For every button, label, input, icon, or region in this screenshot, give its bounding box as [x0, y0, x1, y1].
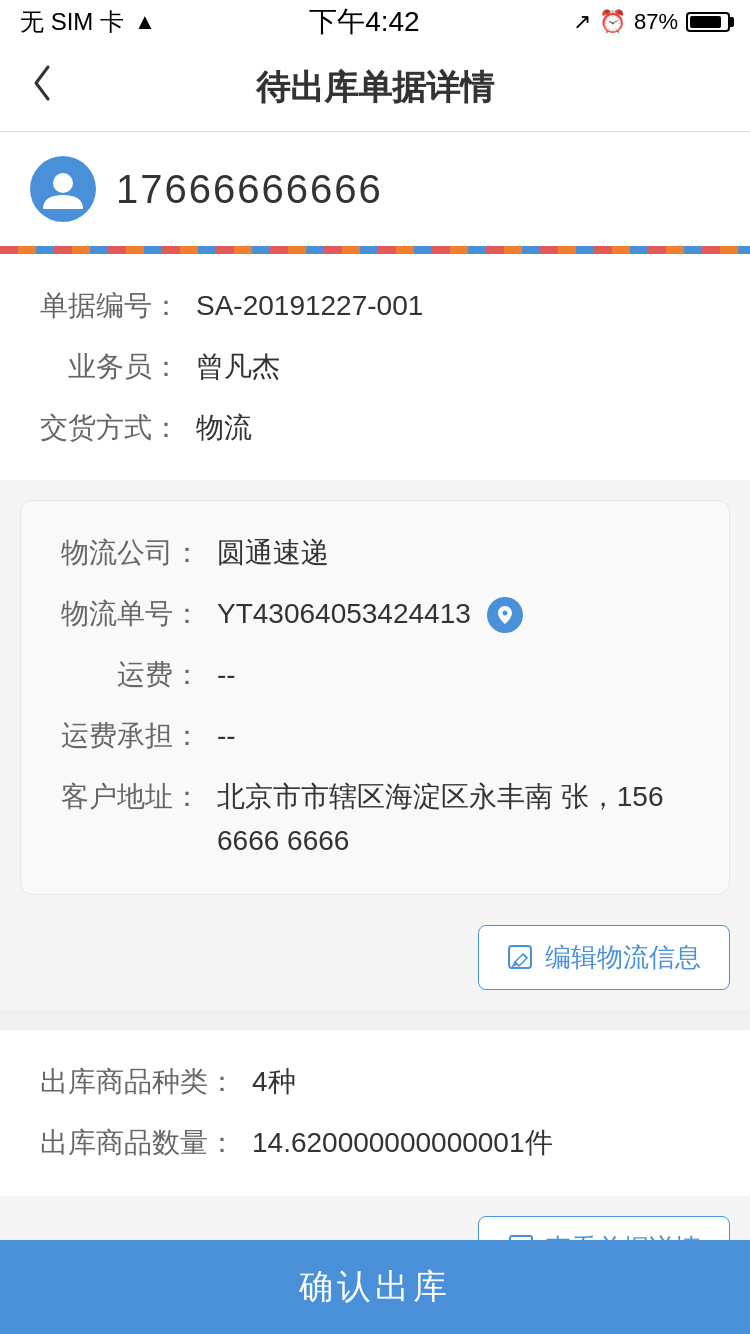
- edit-btn-wrapper: 编辑物流信息: [0, 915, 750, 1010]
- tracking-label: 物流单号：: [61, 592, 201, 637]
- confirm-button[interactable]: 确认出库: [299, 1264, 451, 1310]
- page-title: 待出库单据详情: [256, 65, 494, 111]
- freight-value: --: [217, 653, 689, 698]
- agent-label: 业务员：: [40, 345, 180, 390]
- address-label: 客户地址：: [61, 775, 201, 820]
- edit-logistics-button[interactable]: 编辑物流信息: [478, 925, 730, 990]
- svg-point-0: [53, 173, 73, 193]
- status-bar: 无 SIM 卡 ▲ 下午4:42 ↗ ⏰ 87%: [0, 0, 750, 44]
- tracking-row: 物流单号： YT43064053424413: [61, 592, 689, 637]
- logistics-company-label: 物流公司：: [61, 531, 201, 576]
- delivery-row: 交货方式： 物流: [40, 406, 710, 451]
- product-quantity-value: 14.620000000000001件: [252, 1121, 710, 1166]
- address-value: 北京市市辖区海淀区永丰南 张，156 6666 6666: [217, 775, 689, 865]
- edit-logistics-label: 编辑物流信息: [545, 940, 701, 975]
- logistics-card: 物流公司： 圆通速递 物流单号： YT43064053424413 运费： --…: [20, 500, 730, 895]
- freight-row: 运费： --: [61, 653, 689, 698]
- carrier-label: 无 SIM 卡: [20, 6, 124, 38]
- logistics-company-value: 圆通速递: [217, 531, 689, 576]
- logistics-company-row: 物流公司： 圆通速递: [61, 531, 689, 576]
- page-content: 17666666666 单据编号： SA-20191227-001 业务员： 曾…: [0, 132, 750, 1334]
- product-quantity-label: 出库商品数量：: [40, 1121, 236, 1166]
- order-no-value: SA-20191227-001: [196, 284, 710, 329]
- product-type-value: 4种: [252, 1060, 710, 1105]
- order-no-label: 单据编号：: [40, 284, 180, 329]
- tracking-value-row: YT43064053424413: [217, 592, 689, 637]
- order-info-section: 单据编号： SA-20191227-001 业务员： 曾凡杰 交货方式： 物流: [0, 254, 750, 480]
- section-divider: [0, 1010, 750, 1030]
- nav-bar: 待出库单据详情: [0, 44, 750, 132]
- battery-label: 87%: [634, 9, 678, 35]
- product-quantity-row: 出库商品数量： 14.620000000000001件: [40, 1121, 710, 1166]
- freight-bearer-value: --: [217, 714, 689, 759]
- agent-value: 曾凡杰: [196, 345, 710, 390]
- tracking-value: YT43064053424413: [217, 592, 471, 637]
- agent-row: 业务员： 曾凡杰: [40, 345, 710, 390]
- battery-icon: [686, 12, 730, 32]
- freight-bearer-row: 运费承担： --: [61, 714, 689, 759]
- person-icon: [41, 167, 85, 211]
- alarm-icon: ⏰: [599, 9, 626, 35]
- product-section: 出库商品种类： 4种 出库商品数量： 14.620000000000001件: [0, 1030, 750, 1196]
- edit-icon: [507, 944, 535, 972]
- status-left: 无 SIM 卡 ▲: [20, 6, 156, 38]
- order-no-row: 单据编号： SA-20191227-001: [40, 284, 710, 329]
- back-button[interactable]: [30, 63, 54, 112]
- address-row: 客户地址： 北京市市辖区海淀区永丰南 张，156 6666 6666: [61, 775, 689, 865]
- product-type-label: 出库商品种类：: [40, 1060, 236, 1105]
- customer-section: 17666666666: [0, 132, 750, 246]
- delivery-value: 物流: [196, 406, 710, 451]
- delivery-label: 交货方式：: [40, 406, 180, 451]
- dashed-divider: [0, 246, 750, 254]
- status-right: ↗ ⏰ 87%: [573, 9, 730, 35]
- status-time: 下午4:42: [309, 3, 420, 41]
- confirm-btn-wrapper: 确认出库: [0, 1240, 750, 1334]
- freight-bearer-label: 运费承担：: [61, 714, 201, 759]
- freight-label: 运费：: [61, 653, 201, 698]
- map-pin-icon: [494, 604, 516, 626]
- track-location-icon[interactable]: [487, 597, 523, 633]
- avatar: [30, 156, 96, 222]
- customer-phone: 17666666666: [116, 167, 383, 212]
- location-active-icon: ↗: [573, 9, 591, 35]
- product-type-row: 出库商品种类： 4种: [40, 1060, 710, 1105]
- wifi-icon: ▲: [134, 9, 156, 35]
